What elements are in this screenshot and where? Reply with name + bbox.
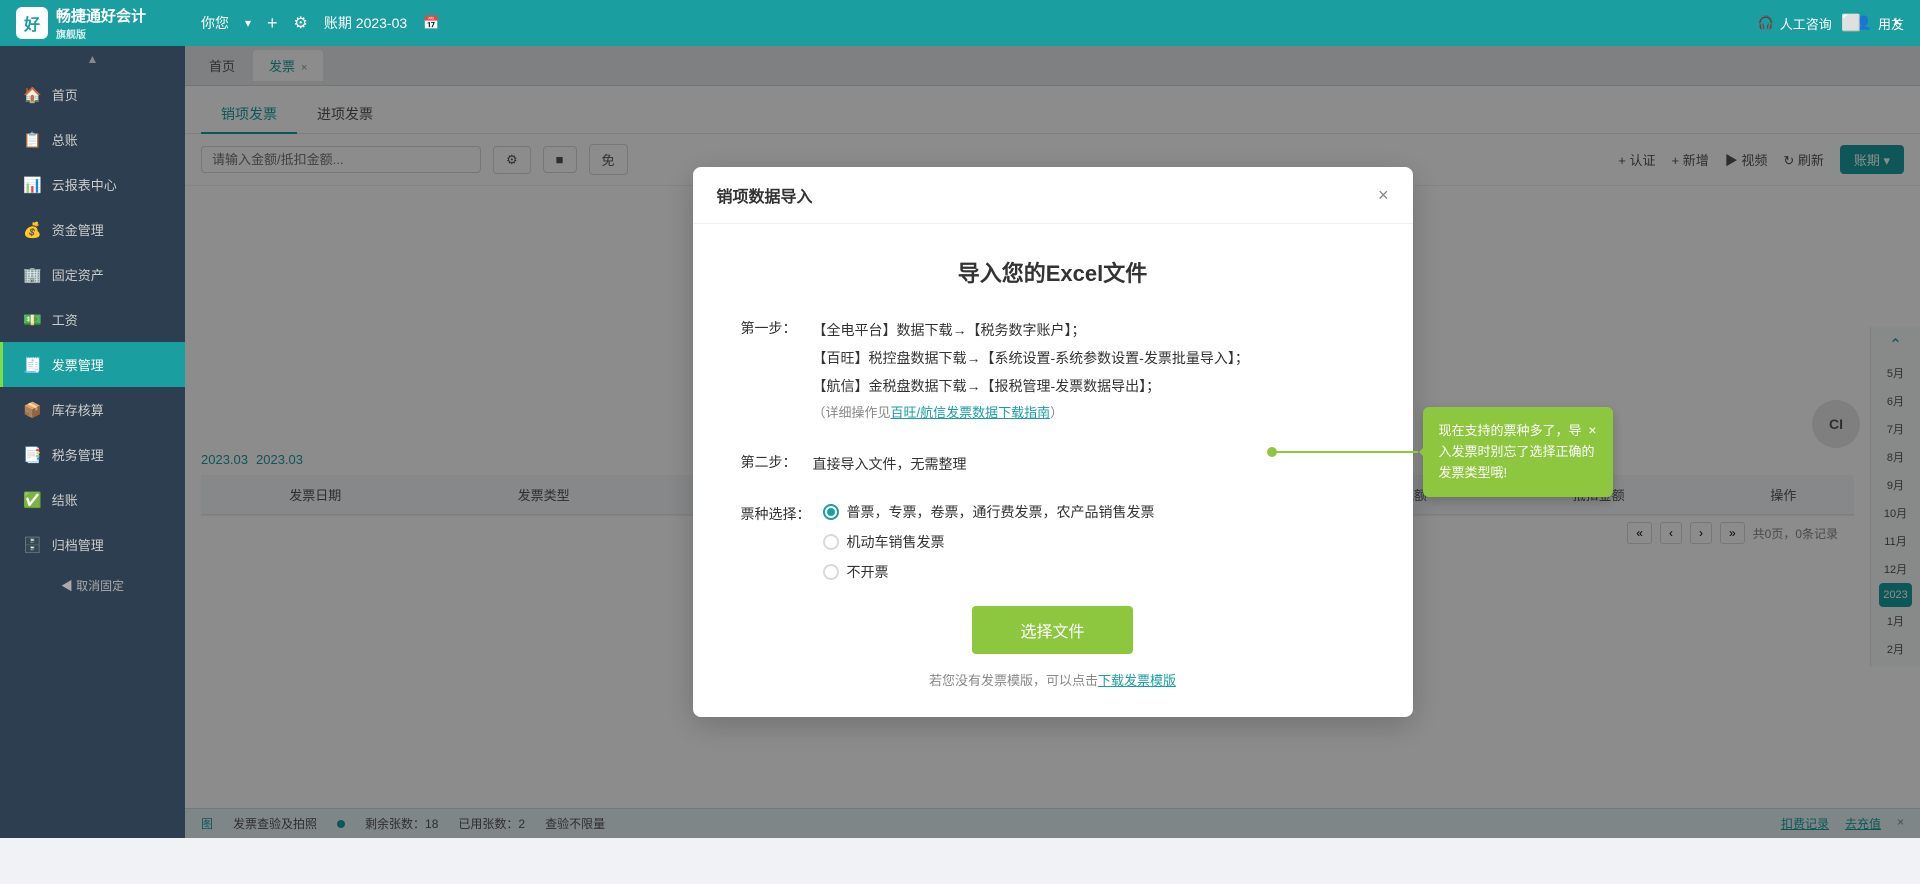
topbar: 好 畅捷通好会计 旗舰版 你您 ▾ + ⚙ 账期 2023-03 📅 🎧 人工咨…: [0, 0, 1920, 46]
ticket-choice: 票种选择： 普票，专票，卷票，通行费发票，农产品销售发票机动车销售发票不开票: [741, 502, 1365, 582]
cancel-pin-label: ◀ 取消固定: [61, 579, 124, 593]
ticket-row: 票种选择： 普票，专票，卷票，通行费发票，农产品销售发票机动车销售发票不开票: [741, 502, 1365, 582]
app-logo: 好 畅捷通好会计 旗舰版: [16, 5, 201, 41]
sidebar-icon: 🧾: [23, 356, 42, 374]
sidebar-cancel-pin[interactable]: ◀ 取消固定: [0, 567, 185, 604]
radio-item-r3[interactable]: 不开票: [823, 562, 1155, 582]
radio-label: 机动车销售发票: [847, 532, 945, 552]
step2-label: 第二步：: [741, 452, 801, 472]
radio-item-r2[interactable]: 机动车销售发票: [823, 532, 1155, 552]
period-label: 账期 2023-03: [324, 13, 407, 33]
sidebar-scroll-up[interactable]: ▲: [0, 46, 185, 72]
radio-dot: [827, 508, 835, 516]
account-dropdown-icon[interactable]: ▾: [245, 16, 251, 30]
calendar-icon[interactable]: 📅: [423, 15, 439, 31]
sidebar-icon: 📊: [23, 176, 42, 194]
sidebar-item-发票管理[interactable]: 🧾 发票管理: [0, 342, 185, 387]
sidebar-icon: 📦: [23, 401, 42, 419]
radio-circle: [823, 534, 839, 550]
radio-circle: [823, 564, 839, 580]
sidebar-icon: ✅: [23, 491, 42, 509]
sidebar-icon: 🏢: [23, 266, 42, 284]
modal-overlay[interactable]: 销项数据导入 × 导入您的Excel文件 第一步： 【全电平台】数据下载→【税务…: [185, 46, 1920, 838]
step1-line1: 【全电平台】数据下载→【税务数字账户】；: [813, 316, 1249, 344]
guide-link[interactable]: 百旺/航信发票数据下载指南: [891, 405, 1051, 420]
sidebar-icon: 🏠: [23, 86, 42, 104]
tooltip-bubble: × 现在支持的票种多了，导入发票时别忘了选择正确的发票类型哦!: [1423, 407, 1613, 497]
sidebar-item-总账[interactable]: 📋 总账: [0, 117, 185, 162]
radio-circle: [823, 504, 839, 520]
sidebar-item-固定资产[interactable]: 🏢 固定资产: [0, 252, 185, 297]
tooltip-connector-line: [1273, 451, 1418, 453]
sidebar-label: 总账: [52, 130, 78, 149]
app-name: 畅捷通好会计: [56, 5, 146, 26]
sidebar-label: 云报表中心: [52, 175, 117, 194]
modal-close-button[interactable]: ×: [1378, 185, 1389, 206]
sidebar-label: 归档管理: [52, 535, 104, 554]
sidebar-item-首页[interactable]: 🏠 首页: [0, 72, 185, 117]
sidebar-label: 首页: [52, 85, 78, 104]
step2-text: 直接导入文件，无需整理: [813, 450, 967, 478]
step1: 第一步： 【全电平台】数据下载→【税务数字账户】； 【百旺】税控盘数据下载→【系…: [741, 316, 1365, 426]
radio-label: 普票，专票，卷票，通行费发票，农产品销售发票: [847, 502, 1155, 522]
radio-label: 不开票: [847, 562, 889, 582]
sidebar-item-工资[interactable]: 💵 工资: [0, 297, 185, 342]
add-button[interactable]: +: [267, 13, 278, 34]
topbar-center: 你您 ▾ + ⚙ 账期 2023-03 📅: [201, 13, 1758, 34]
service-button[interactable]: 🎧 人工咨询: [1758, 14, 1832, 33]
maximize-button[interactable]: ⬜: [1828, 0, 1874, 46]
step1-content: 【全电平台】数据下载→【税务数字账户】； 【百旺】税控盘数据下载→【系统设置-系…: [813, 316, 1249, 426]
logo-icon: 好: [16, 7, 48, 39]
modal-body: 导入您的Excel文件 第一步： 【全电平台】数据下载→【税务数字账户】； 【百…: [693, 224, 1413, 717]
sidebar: ▲ 🏠 首页 📋 总账 📊 云报表中心 💰 资金管理 🏢 固定资产 💵 工资 🧾 发票管理 📦 库存核算 📑 税务…: [0, 46, 185, 838]
sidebar-label: 税务管理: [52, 445, 104, 464]
select-file-button[interactable]: 选择文件: [972, 606, 1132, 654]
app-edition: 旗舰版: [56, 26, 146, 41]
account-name: 你您: [201, 13, 229, 33]
tooltip-text: 现在支持的票种多了，导入发票时别忘了选择正确的发票类型哦!: [1439, 423, 1595, 480]
sidebar-icon: 💵: [23, 311, 42, 329]
sidebar-label: 发票管理: [52, 355, 104, 374]
sidebar-icon: 🗄️: [23, 536, 42, 554]
modal-main-title: 导入您的Excel文件: [741, 256, 1365, 288]
step1-row: 第一步： 【全电平台】数据下载→【税务数字账户】； 【百旺】税控盘数据下载→【系…: [741, 316, 1365, 426]
settings-icon[interactable]: ⚙: [294, 13, 308, 33]
sidebar-label: 资金管理: [52, 220, 104, 239]
import-modal: 销项数据导入 × 导入您的Excel文件 第一步： 【全电平台】数据下载→【税务…: [693, 167, 1413, 717]
sidebar-label: 库存核算: [52, 400, 104, 419]
tooltip-close-button[interactable]: ×: [1588, 419, 1596, 441]
sidebar-icon: 📋: [23, 131, 42, 149]
sidebar-label: 工资: [52, 310, 78, 329]
sidebar-item-归档管理[interactable]: 🗄️ 归档管理: [0, 522, 185, 567]
download-template-link[interactable]: 下载发票模版: [1098, 673, 1176, 688]
ticket-label: 票种选择：: [741, 504, 811, 524]
step1-note: （详细操作见百旺/航信发票数据下载指南）: [813, 400, 1249, 426]
sidebar-item-资金管理[interactable]: 💰 资金管理: [0, 207, 185, 252]
sidebar-item-税务管理[interactable]: 📑 税务管理: [0, 432, 185, 477]
step1-line3: 【航信】金税盘数据下载→【报税管理-发票数据导出】；: [813, 372, 1249, 400]
radio-group: 普票，专票，卷票，通行费发票，农产品销售发票机动车销售发票不开票: [823, 502, 1155, 582]
close-button[interactable]: ×: [1874, 0, 1920, 46]
modal-footer: 若您没有发票模版，可以点击下载发票模版: [741, 670, 1365, 689]
modal-header: 销项数据导入 ×: [693, 167, 1413, 224]
sidebar-label: 固定资产: [52, 265, 104, 284]
sidebar-icon: 📑: [23, 446, 42, 464]
sidebar-label: 结账: [52, 490, 78, 509]
window-controls: ⬜ ×: [1828, 0, 1920, 46]
sidebar-icon: 💰: [23, 221, 42, 239]
radio-item-r1[interactable]: 普票，专票，卷票，通行费发票，农产品销售发票: [823, 502, 1155, 522]
modal-title: 销项数据导入: [717, 183, 813, 207]
service-label: 人工咨询: [1780, 14, 1832, 33]
step1-line2: 【百旺】税控盘数据下载→【系统设置-系统参数设置-发票批量导入】；: [813, 344, 1249, 372]
sidebar-item-云报表中心[interactable]: 📊 云报表中心: [0, 162, 185, 207]
sidebar-item-结账[interactable]: ✅ 结账: [0, 477, 185, 522]
sidebar-item-库存核算[interactable]: 📦 库存核算: [0, 387, 185, 432]
headset-icon: 🎧: [1758, 15, 1774, 31]
step1-label: 第一步：: [741, 318, 801, 338]
